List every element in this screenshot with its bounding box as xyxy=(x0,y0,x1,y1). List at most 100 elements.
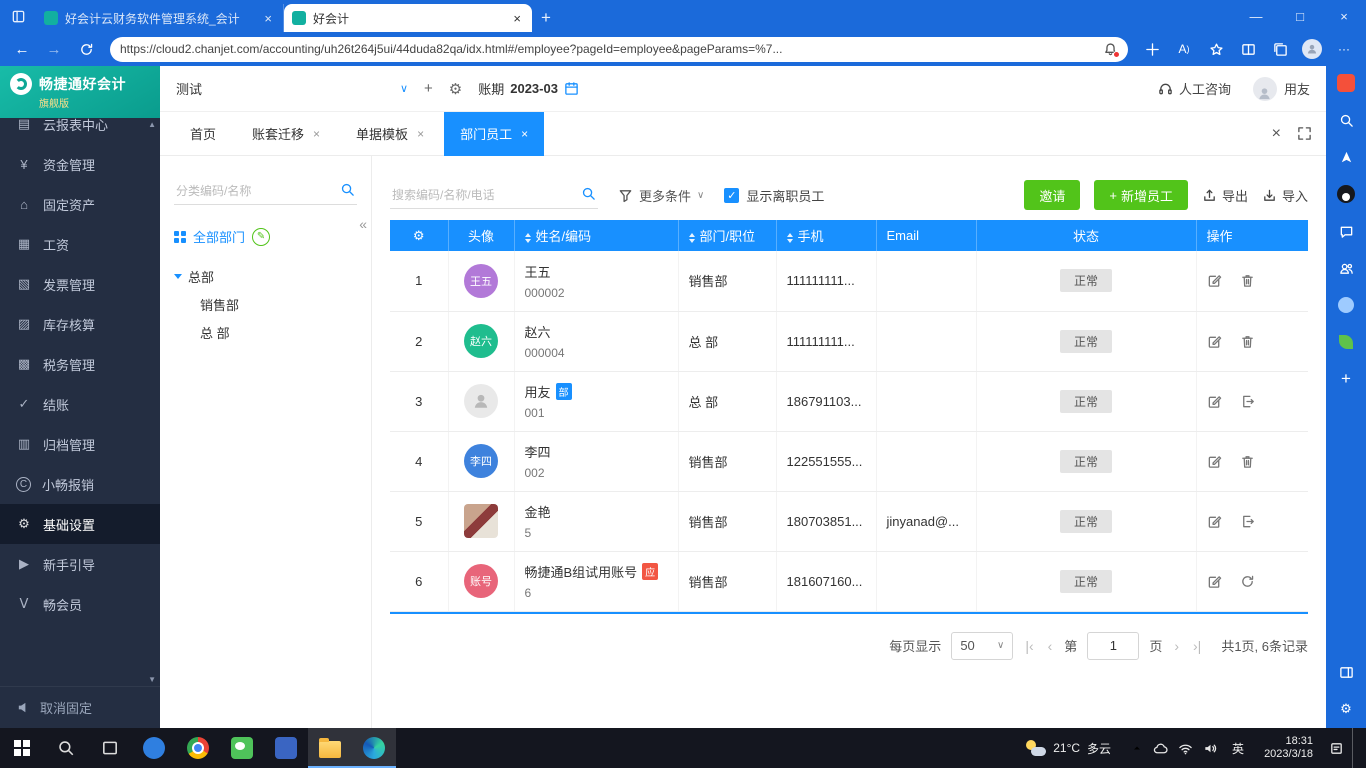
department-search-input[interactable] xyxy=(176,184,340,198)
tab2-close-icon[interactable]: × xyxy=(510,11,524,26)
tree-node-sales[interactable]: 销售部 xyxy=(174,290,357,318)
logout-icon[interactable] xyxy=(1240,394,1255,409)
add-employee-button[interactable]: + 新增员工 xyxy=(1094,180,1188,210)
sort-icons[interactable] xyxy=(524,232,531,243)
sidebar-item-member[interactable]: Ⅴ 畅会员 xyxy=(0,584,160,624)
forward-button[interactable]: → xyxy=(40,35,68,63)
notifications-blocked-icon[interactable] xyxy=(1103,42,1120,58)
sidebar-settings-icon[interactable]: ⚙ xyxy=(1335,698,1357,720)
nav-scroll-down-icon[interactable]: ▼ xyxy=(148,675,156,684)
sidebar-item-inventory[interactable]: ▨ 库存核算 xyxy=(0,304,160,344)
sidebar-add-icon[interactable]: + xyxy=(1335,368,1357,390)
sidebar-item-reimburse[interactable]: C 小畅报销 xyxy=(0,464,160,504)
app-icon-chrome[interactable] xyxy=(176,728,220,768)
employee-search-input[interactable] xyxy=(392,187,581,202)
app-icon-edge[interactable] xyxy=(352,728,396,768)
fullscreen-icon[interactable] xyxy=(1297,126,1312,141)
table-row[interactable]: 4 李四 李四 002 销售部 122551555... 正常 xyxy=(390,431,1308,492)
promo-icon[interactable] xyxy=(1335,72,1357,94)
delete-icon[interactable] xyxy=(1240,334,1255,349)
first-page-button[interactable]: |‹ xyxy=(1023,638,1035,654)
collections-icon[interactable] xyxy=(1266,35,1294,63)
tab-close-icon[interactable]: × xyxy=(417,127,424,141)
start-button[interactable] xyxy=(0,728,44,768)
browser-workspaces-icon[interactable] xyxy=(0,0,36,32)
new-tab-button[interactable]: + xyxy=(532,4,560,32)
browser-tab-1[interactable]: 好会计云财务软件管理系统_会计 × xyxy=(36,4,284,32)
browser-tab-2[interactable]: 好会计 × xyxy=(284,4,532,32)
read-aloud-icon[interactable]: A) xyxy=(1170,35,1198,63)
qq-icon[interactable] xyxy=(1335,183,1357,205)
browser-menu-icon[interactable]: ··· xyxy=(1330,35,1358,63)
page-tab-templates[interactable]: 单据模板 × xyxy=(340,112,440,156)
page-tab-home[interactable]: 首页 xyxy=(174,112,232,156)
nav-scroll-up-icon[interactable]: ▲ xyxy=(148,120,156,129)
tree-node-root[interactable]: 总部 xyxy=(174,262,357,290)
page-tab-employees[interactable]: 部门员工 × xyxy=(444,111,545,156)
split-screen-icon[interactable] xyxy=(1234,35,1262,63)
logout-icon[interactable] xyxy=(1240,514,1255,529)
edit-icon[interactable] xyxy=(1207,273,1222,288)
period-selector[interactable]: 账期 2023-03 xyxy=(478,79,579,98)
close-all-tabs-icon[interactable]: × xyxy=(1272,125,1281,143)
sidebar-panel-icon[interactable] xyxy=(1335,661,1357,683)
sort-icons[interactable] xyxy=(786,232,793,243)
account-selector[interactable]: 测试 ∨ xyxy=(176,79,408,98)
sidebar-tools-icon[interactable] xyxy=(1335,146,1357,168)
volume-icon[interactable] xyxy=(1203,741,1218,756)
table-row[interactable]: 1 王五 王五 000002 销售部 111111111... 正常 xyxy=(390,251,1308,312)
tree-node-hq[interactable]: 总 部 xyxy=(174,318,357,346)
maximize-button[interactable]: □ xyxy=(1278,0,1322,32)
caret-down-icon[interactable] xyxy=(174,273,182,279)
favorites-icon[interactable] xyxy=(1202,35,1230,63)
consult-button[interactable]: 人工咨询 xyxy=(1158,79,1231,98)
onedrive-cloud-icon[interactable] xyxy=(1153,741,1168,756)
edit-icon[interactable] xyxy=(1207,514,1222,529)
page-size-select[interactable]: 50 ∨ xyxy=(951,631,1014,660)
profile-avatar[interactable] xyxy=(1298,35,1326,63)
column-settings-icon[interactable]: ⚙ xyxy=(390,220,449,251)
edit-departments-icon[interactable]: ✎ xyxy=(252,227,271,246)
minimize-button[interactable]: — xyxy=(1234,0,1278,32)
app-icon-explorer[interactable] xyxy=(308,728,352,768)
unpin-sidebar-button[interactable]: 取消固定 xyxy=(0,686,160,728)
taskbar-weather[interactable]: 21°C 多云 xyxy=(1014,728,1123,768)
app-icon-wechat[interactable] xyxy=(220,728,264,768)
sidebar-search-icon[interactable] xyxy=(1335,109,1357,131)
reset-icon[interactable] xyxy=(1240,574,1255,589)
sort-icons[interactable] xyxy=(688,232,695,243)
more-filters-button[interactable]: 更多条件 ∨ xyxy=(618,186,704,205)
show-resigned-checkbox[interactable]: ✓ 显示离职员工 xyxy=(724,186,824,205)
delete-icon[interactable] xyxy=(1240,273,1255,288)
page-number-input[interactable] xyxy=(1087,631,1140,660)
tab-close-icon[interactable]: × xyxy=(521,127,528,141)
sidebar-item-tax[interactable]: ▩ 税务管理 xyxy=(0,344,160,384)
app-icon-calculator[interactable] xyxy=(264,728,308,768)
browser-essentials-icon[interactable] xyxy=(1138,35,1166,63)
window-close-button[interactable]: × xyxy=(1322,0,1366,32)
sidebar-item-report-center[interactable]: ▤ 云报表中心 xyxy=(0,118,160,144)
sidebar-item-payroll[interactable]: ▦ 工资 xyxy=(0,224,160,264)
all-departments-row[interactable]: 全部部门 ✎ xyxy=(174,227,357,246)
header-dept[interactable]: 部门/职位 xyxy=(678,220,777,251)
search-icon[interactable] xyxy=(581,186,596,204)
invite-button[interactable]: 邀请 xyxy=(1024,180,1081,210)
sidebar-item-invoices[interactable]: ▧ 发票管理 xyxy=(0,264,160,304)
account-settings-icon[interactable]: ⚙ xyxy=(449,80,462,98)
checkbox-checked-icon[interactable]: ✓ xyxy=(724,187,740,203)
edit-icon[interactable] xyxy=(1207,394,1222,409)
notification-center-icon[interactable] xyxy=(1329,741,1344,756)
sidebar-item-archive[interactable]: ▥ 归档管理 xyxy=(0,424,160,464)
taskbar-search-button[interactable] xyxy=(44,728,88,768)
import-button[interactable]: 导入 xyxy=(1262,186,1308,205)
back-button[interactable]: ← xyxy=(8,35,36,63)
tab1-close-icon[interactable]: × xyxy=(261,11,275,26)
search-icon[interactable] xyxy=(340,182,355,200)
tab-close-icon[interactable]: × xyxy=(313,127,320,141)
tray-expand-icon[interactable] xyxy=(1131,742,1143,754)
refresh-button[interactable] xyxy=(72,35,100,63)
header-name[interactable]: 姓名/编码 xyxy=(514,220,679,251)
network-wifi-icon[interactable] xyxy=(1178,741,1193,756)
show-desktop-button[interactable] xyxy=(1352,728,1366,768)
table-row[interactable]: 6 账号 畅捷通B组试用账号应 6 销售部 181607160... 正常 xyxy=(390,551,1308,612)
